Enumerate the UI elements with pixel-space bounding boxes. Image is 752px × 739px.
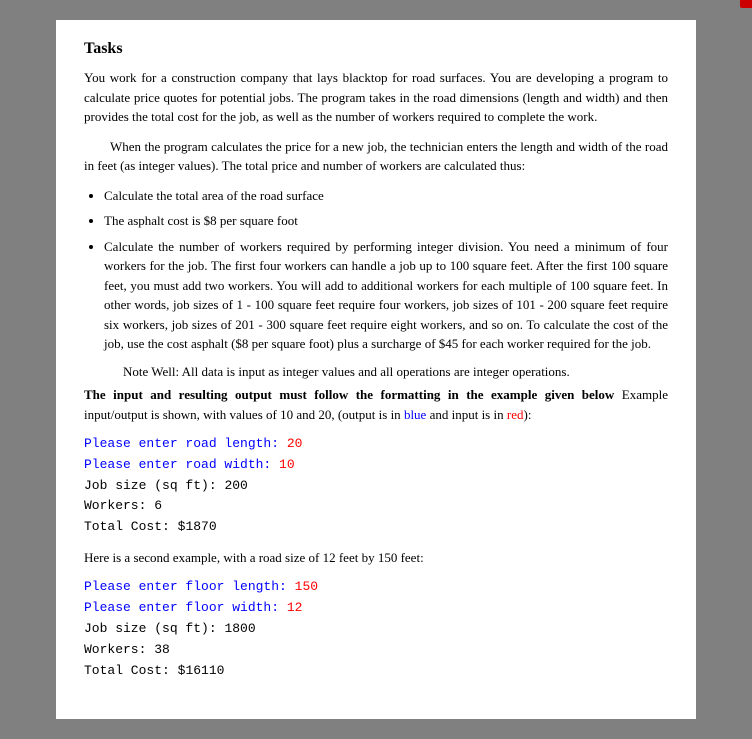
example2-input2: 12	[287, 600, 303, 615]
example2-output2-label: Workers:	[84, 642, 146, 657]
example1-line1: Please enter road length: 20	[84, 434, 668, 455]
example2-output1-label: Job size (sq ft):	[84, 621, 217, 636]
example2-output3-label: Total Cost:	[84, 663, 170, 678]
page-container: Tasks You work for a construction compan…	[56, 20, 696, 719]
intro-paragraph-2: When the program calculates the price fo…	[84, 137, 668, 176]
bold-instruction: The input and resulting output must foll…	[84, 387, 614, 402]
example2-output3-value: $16110	[178, 663, 225, 678]
example2-output3: Total Cost: $16110	[84, 661, 668, 682]
example1-block: Please enter road length: 20 Please ente…	[84, 434, 668, 538]
example1-output3-label: Total Cost:	[84, 519, 170, 534]
example1-output1: Job size (sq ft): 200	[84, 476, 668, 497]
example2-block: Please enter floor length: 150 Please en…	[84, 577, 668, 681]
intro-paragraph-1: You work for a construction company that…	[84, 68, 668, 127]
bullet-item-1: Calculate the total area of the road sur…	[104, 186, 668, 206]
bullet-item-3: Calculate the number of workers required…	[104, 237, 668, 354]
blue-label: blue	[404, 407, 426, 422]
example1-line2: Please enter road width: 10	[84, 455, 668, 476]
second-example-intro: Here is a second example, with a road si…	[84, 548, 668, 568]
example2-output1-value: 1800	[224, 621, 255, 636]
example1-prompt1: Please enter road length:	[84, 436, 279, 451]
example2-prompt2: Please enter floor width:	[84, 600, 279, 615]
bullet-item-2: The asphalt cost is $8 per square foot	[104, 211, 668, 231]
example2-output2-value: 38	[154, 642, 170, 657]
example2-output2: Workers: 38	[84, 640, 668, 661]
example1-output2: Workers: 6	[84, 496, 668, 517]
example1-output1-value: 200	[224, 478, 247, 493]
example2-line1: Please enter floor length: 150	[84, 577, 668, 598]
example2-output1: Job size (sq ft): 1800	[84, 619, 668, 640]
example1-prompt2: Please enter road width:	[84, 457, 271, 472]
example1-input2: 10	[279, 457, 295, 472]
example2-prompt1: Please enter floor length:	[84, 579, 287, 594]
close-paren: ):	[523, 407, 531, 422]
red-label: red	[507, 407, 524, 422]
example1-input1: 20	[287, 436, 303, 451]
and-input-is-text: and input is	[430, 407, 491, 422]
page-title: Tasks	[84, 40, 668, 58]
example1-output2-label: Workers:	[84, 498, 146, 513]
example1-output1-label: Job size (sq ft):	[84, 478, 217, 493]
bullet-list: Calculate the total area of the road sur…	[104, 186, 668, 354]
example2-line2: Please enter floor width: 12	[84, 598, 668, 619]
example1-output2-value: 6	[154, 498, 162, 513]
top-bar-indicator	[740, 0, 752, 8]
note-well: Note Well: All data is input as integer …	[123, 362, 668, 382]
example2-input1: 150	[295, 579, 318, 594]
example1-output3: Total Cost: $1870	[84, 517, 668, 538]
bold-format-line: The input and resulting output must foll…	[84, 385, 668, 424]
example1-output3-value: $1870	[178, 519, 217, 534]
in-word: in	[494, 407, 504, 422]
